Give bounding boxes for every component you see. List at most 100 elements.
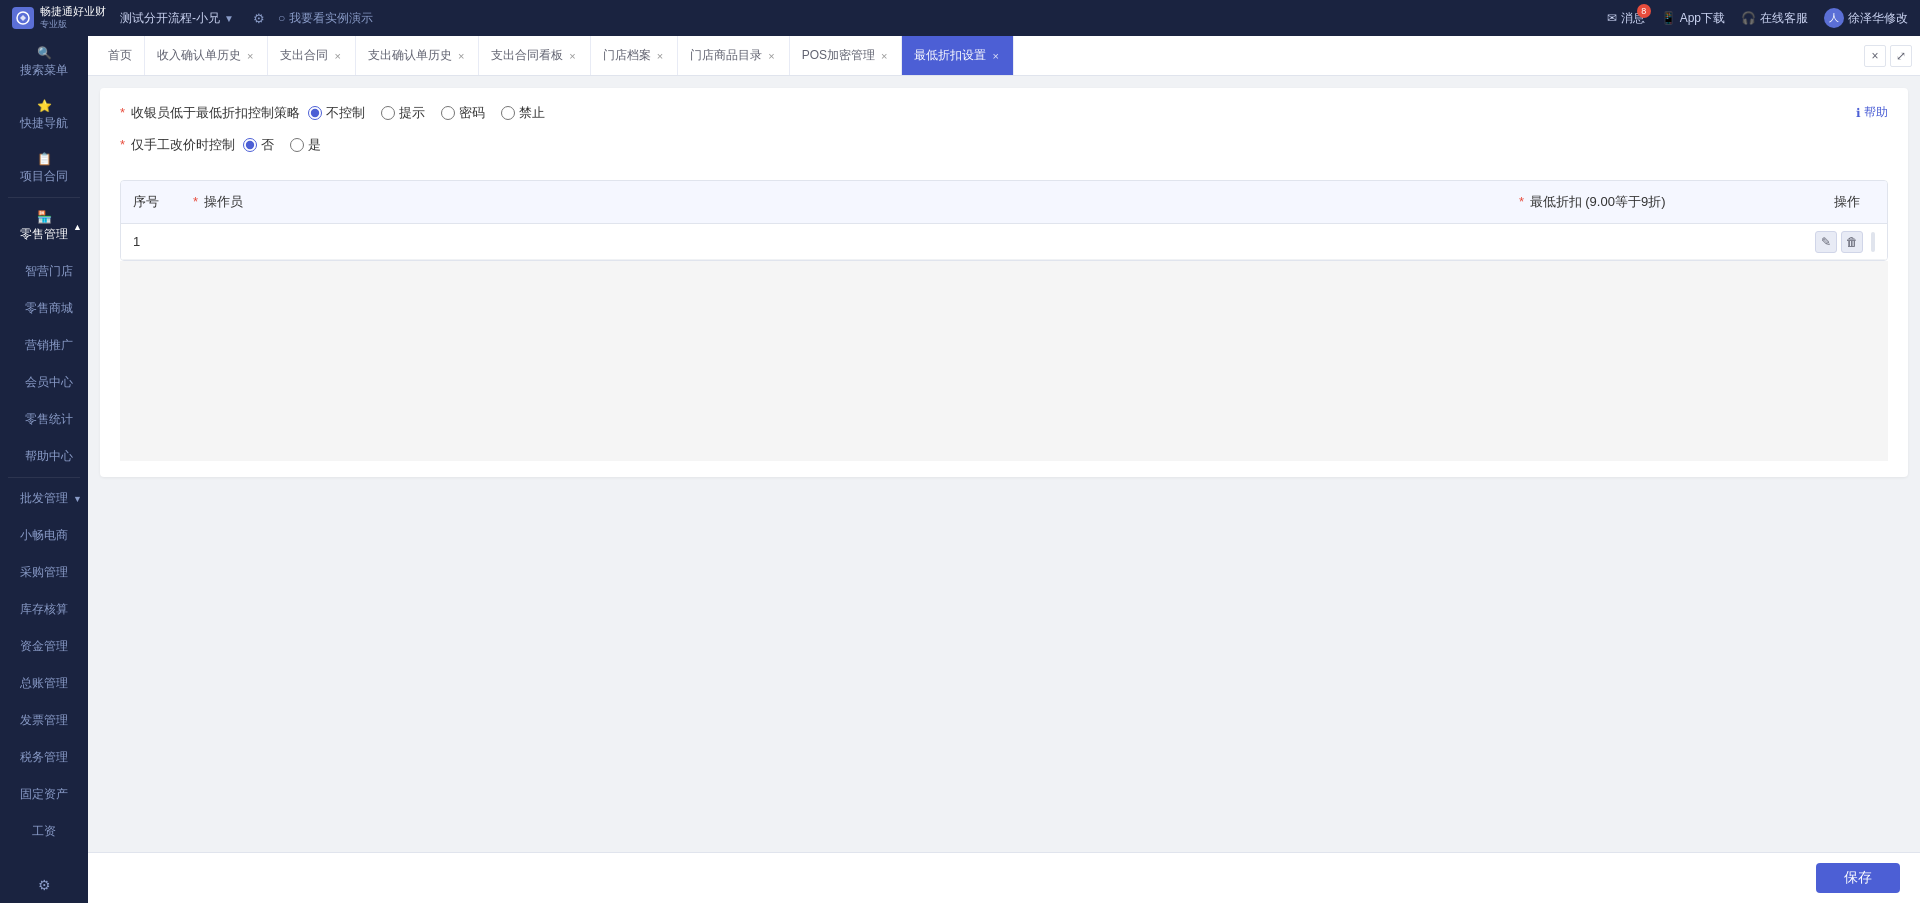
logo-text-area: 畅捷通好业财 专业版 [40,5,106,31]
sidebar-item-project-contract[interactable]: 📋 项目合同 [0,142,88,195]
user-area[interactable]: 人 徐泽华修改 [1824,8,1908,28]
form-section: * 收银员低于最低折扣控制策略 不控制 提示 [120,104,545,168]
delete-btn[interactable]: 🗑 [1841,231,1863,253]
sidebar-item-smart-store[interactable]: 智营门店 [0,253,88,290]
tab-close-btn[interactable]: × [1864,45,1886,67]
operator-input[interactable] [193,234,1495,249]
sidebar-item-inventory[interactable]: 库存核算 [0,591,88,628]
sidebar-item-marketing[interactable]: 营销推广 [0,327,88,364]
app-download-action[interactable]: 📱 App下载 [1661,10,1725,27]
tab-bar-controls: × ⤢ [1856,45,1912,67]
tab-contract-board-close-icon[interactable]: × [567,49,577,63]
radio-no-control-label: 不控制 [326,104,365,122]
help-text: 帮助 [1864,104,1888,121]
tab-payment-confirm-close-icon[interactable]: × [456,49,466,63]
sidebar-label-retail-mall: 零售商城 [25,300,73,317]
tab-home[interactable]: 首页 [96,36,145,76]
sidebar-item-retail-mgmt[interactable]: 🏪 零售管理 ▲ [0,200,88,253]
sidebar-item-fixed-assets[interactable]: 固定资产 [0,776,88,813]
tab-pos-label: POS加密管理 [802,47,875,64]
tab-contract-board-label: 支出合同看板 [491,47,563,64]
sidebar-item-purchase-mgmt[interactable]: 采购管理 [0,554,88,591]
radio-forbid[interactable]: 禁止 [501,104,545,122]
sidebar-item-finance-mgmt[interactable]: 资金管理 [0,628,88,665]
manual-price-row: * 仅手工改价时控制 否 是 [120,136,545,154]
th-seq: 序号 [121,189,181,215]
tab-store-file[interactable]: 门店档案 × [591,36,678,76]
sidebar-label-smart-store: 智营门店 [25,263,73,280]
tab-income-confirm-history[interactable]: 收入确认单历史 × [145,36,268,76]
sidebar-item-quick-nav[interactable]: ⭐ 快捷导航 [0,89,88,142]
tab-pos-password-mgmt[interactable]: POS加密管理 × [790,36,903,76]
project-selector[interactable]: 测试分开流程-小兄 ▼ [114,8,240,29]
settings-icon[interactable]: ⚙ [248,7,270,29]
radio-prompt-input[interactable] [381,106,395,120]
sidebar-item-search-menu[interactable]: 🔍 搜索菜单 [0,36,88,89]
save-button[interactable]: 保存 [1816,863,1900,893]
edit-btn[interactable]: ✎ [1815,231,1837,253]
sidebar-label-payroll: 工资 [32,823,56,840]
row-action-btns: ✎ 🗑 [1807,224,1887,259]
sidebar-item-invoice-mgmt[interactable]: 发票管理 [0,702,88,739]
radio-manual-yes-input[interactable] [290,138,304,152]
sidebar-item-ledger-mgmt[interactable]: 总账管理 [0,665,88,702]
logo-name: 畅捷通好业财 [40,5,106,18]
table-body: 1 ✎ 🗑 [121,224,1887,260]
sidebar-item-help-center[interactable]: 帮助中心 [0,438,88,475]
sidebar-label-invoice: 发票管理 [20,712,68,729]
sidebar-item-member-center[interactable]: 会员中心 [0,364,88,401]
sidebar-divider-1 [8,197,80,198]
radio-no-control-input[interactable] [308,106,322,120]
sidebar-item-retail-stats[interactable]: 零售统计 [0,401,88,438]
td-operator-1 [181,224,1507,259]
sidebar-item-tax-mgmt[interactable]: 税务管理 [0,739,88,776]
radio-password[interactable]: 密码 [441,104,485,122]
project-name: 测试分开流程-小兄 [120,10,220,27]
tab-store-file-close-icon[interactable]: × [655,49,665,63]
tab-min-discount-setting[interactable]: 最低折扣设置 × [902,36,1013,76]
radio-prompt[interactable]: 提示 [381,104,425,122]
tab-store-catalog-close-icon[interactable]: × [766,49,776,63]
sidebar-item-batch-mgmt[interactable]: 批发管理 ▼ [0,480,88,517]
table-header: 序号 * 操作员 * 最低折扣 (9.00等于9折) 操作 [121,181,1887,224]
radio-forbid-input[interactable] [501,106,515,120]
settings-gear-icon: ⚙ [38,877,51,893]
tab-store-file-label: 门店档案 [603,47,651,64]
message-action[interactable]: ✉ 消息 8 [1607,10,1645,27]
radio-password-input[interactable] [441,106,455,120]
header-right: ✉ 消息 8 📱 App下载 🎧 在线客服 人 徐泽华修改 [1607,8,1908,28]
tab-payment-confirm-history[interactable]: 支出确认单历史 × [356,36,479,76]
online-service-action[interactable]: 🎧 在线客服 [1741,10,1808,27]
sidebar-label-marketing: 营销推广 [25,337,73,354]
sidebar-label-search: 搜索菜单 [20,62,68,79]
radio-manual-no[interactable]: 否 [243,136,274,154]
tab-expand-btn[interactable]: ⤢ [1890,45,1912,67]
tab-payment-contract-board[interactable]: 支出合同看板 × [479,36,590,76]
tab-store-product-catalog[interactable]: 门店商品目录 × [678,36,789,76]
min-discount-input[interactable] [1519,234,1795,249]
radio-no-control[interactable]: 不控制 [308,104,365,122]
settings-card: * 收银员低于最低折扣控制策略 不控制 提示 [100,88,1908,477]
table-row: 1 ✎ 🗑 [121,224,1887,260]
help-link[interactable]: ℹ 帮助 [1856,104,1888,121]
tab-payment-contract-close-icon[interactable]: × [332,49,342,63]
radio-manual-no-label: 否 [261,136,274,154]
radio-manual-yes[interactable]: 是 [290,136,321,154]
tab-min-discount-close-icon[interactable]: × [990,49,1000,63]
tab-payment-contract[interactable]: 支出合同 × [268,36,355,76]
sidebar-item-payroll[interactable]: 工资 [0,813,88,850]
radio-manual-no-input[interactable] [243,138,257,152]
tab-pos-close-icon[interactable]: × [879,49,889,63]
sidebar-item-retail-mall[interactable]: 零售商城 [0,290,88,327]
message-icon: ✉ [1607,11,1617,25]
discount-policy-radio-group: 不控制 提示 密码 [308,104,545,122]
sidebar-item-ecommerce[interactable]: 小畅电商 [0,517,88,554]
th-action: 操作 [1807,189,1887,215]
tab-payment-confirm-label: 支出确认单历史 [368,47,452,64]
required-star-2: * [120,137,125,152]
tab-income-close-icon[interactable]: × [245,49,255,63]
sidebar-settings-btn[interactable]: ⚙ [0,867,88,903]
sidebar-label-finance: 资金管理 [20,638,68,655]
demo-link[interactable]: ○ 我要看实例演示 [278,10,373,27]
user-name: 徐泽华修改 [1848,10,1908,27]
